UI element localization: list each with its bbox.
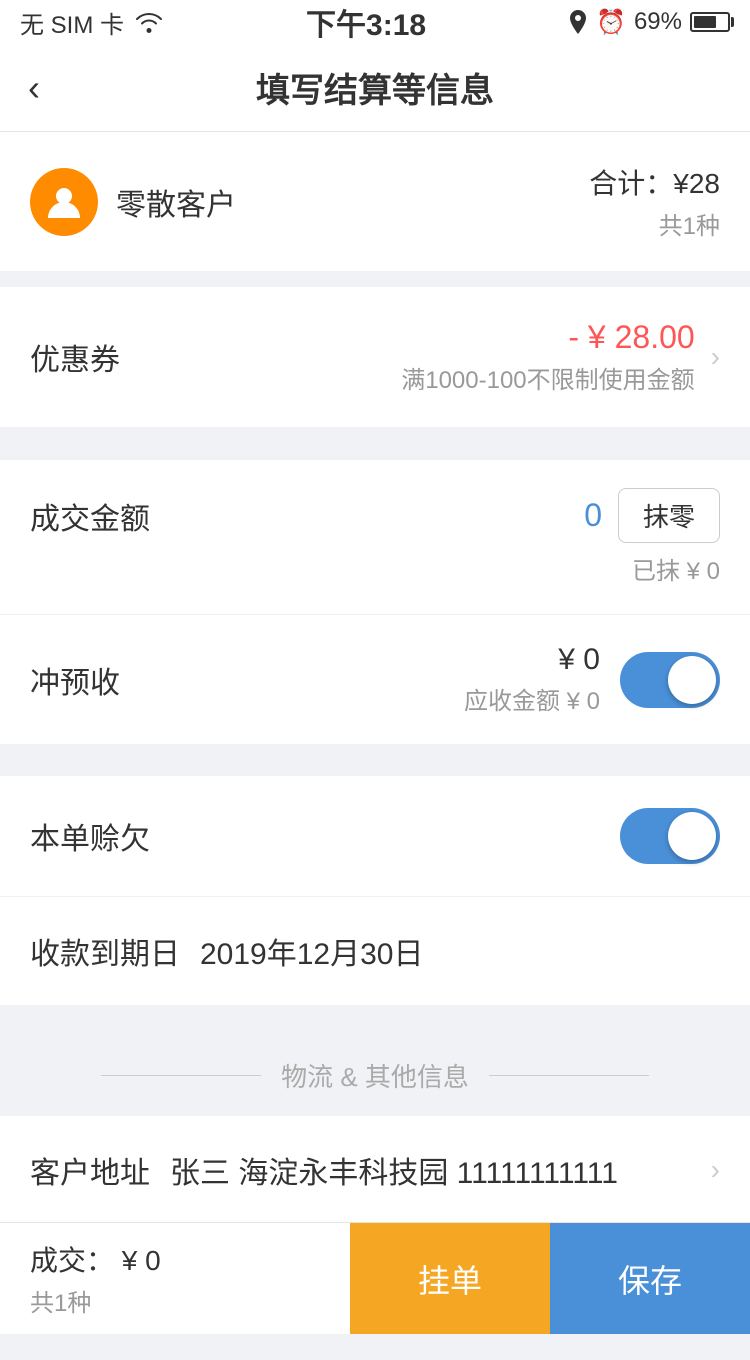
prepay-row: 冲预收 ¥ 0 应收金额 ¥ 0 <box>0 614 750 744</box>
coupon-row[interactable]: 优惠券 - ¥ 28.00 满1000-100不限制使用金额 › <box>0 287 750 427</box>
deal-amount-right: 抹零 <box>482 488 720 543</box>
bottom-deal: 成交： ¥ 0 <box>30 1239 320 1279</box>
bottom-count: 共1种 <box>30 1283 320 1318</box>
prepay-amount: ¥ 0 <box>464 643 600 677</box>
debt-card: 本单赊欠 收款到期日 2019年12月30日 <box>0 776 750 1005</box>
content: 零散客户 合计：¥28 共1种 优惠券 - ¥ 28.00 满1000-100不… <box>0 132 750 1360</box>
deal-amount-top: 成交金额 抹零 <box>30 488 720 543</box>
debt-label: 本单赊欠 <box>30 814 150 858</box>
coupon-card: 优惠券 - ¥ 28.00 满1000-100不限制使用金额 › <box>0 287 750 427</box>
coupon-info: - ¥ 28.00 满1000-100不限制使用金额 <box>401 319 694 395</box>
debt-row: 本单赊欠 <box>0 776 750 896</box>
customer-card: 零散客户 合计：¥28 共1种 <box>0 132 750 271</box>
prepay-sub: 应收金额 ¥ 0 <box>464 681 600 716</box>
location-icon <box>568 9 588 35</box>
address-chevron-icon: › <box>711 1154 720 1186</box>
nav-title: 填写结算等信息 <box>256 63 494 112</box>
save-button[interactable]: 保存 <box>550 1223 750 1334</box>
coupon-label: 优惠券 <box>30 335 120 379</box>
logistics-title: 物流 & 其他信息 <box>281 1057 469 1094</box>
duedate-label: 收款到期日 <box>30 929 180 973</box>
customer-right: 合计：¥28 共1种 <box>589 162 720 241</box>
coupon-desc: 满1000-100不限制使用金额 <box>401 360 694 395</box>
section-divider-2 <box>0 760 750 776</box>
round-down-button[interactable]: 抹零 <box>618 488 720 543</box>
bottom-deal-value: ¥ 0 <box>122 1245 161 1276</box>
duedate-row: 收款到期日 2019年12月30日 <box>0 896 750 1005</box>
status-time: 下午3:18 <box>306 0 426 44</box>
status-bar: 无 SIM 卡 下午3:18 ⏰ 69% <box>0 0 750 44</box>
deal-amount-sub: 已抹 ¥ 0 <box>30 551 720 586</box>
address-value: 张三 海淀永丰科技园 11111111111 <box>170 1148 711 1192</box>
coupon-right: - ¥ 28.00 满1000-100不限制使用金额 › <box>401 319 720 395</box>
customer-row: 零散客户 合计：¥28 共1种 <box>0 132 750 271</box>
wifi-icon <box>134 11 164 33</box>
status-left: 无 SIM 卡 <box>20 5 164 40</box>
toggle-knob <box>668 656 716 704</box>
person-icon <box>44 182 84 222</box>
nav-bar: ‹ 填写结算等信息 <box>0 44 750 132</box>
section-divider-1 <box>0 443 750 459</box>
coupon-amount: - ¥ 28.00 <box>401 319 694 356</box>
customer-name: 零散客户 <box>116 180 236 224</box>
battery-percent: 69% <box>634 8 682 36</box>
bottom-deal-label: 成交： <box>30 1245 114 1276</box>
debt-toggle[interactable] <box>620 808 720 864</box>
prepay-label: 冲预收 <box>30 658 120 702</box>
section-divider-3 <box>0 1021 750 1037</box>
customer-left: 零散客户 <box>30 168 236 236</box>
address-card: 客户地址 张三 海淀永丰科技园 11111111111 › <box>0 1116 750 1224</box>
status-right: ⏰ 69% <box>568 8 730 37</box>
deal-amount-input[interactable] <box>482 497 602 534</box>
duedate-value: 2019年12月30日 <box>200 929 423 973</box>
alarm-icon: ⏰ <box>596 8 626 37</box>
deal-amount-row: 成交金额 抹零 已抹 ¥ 0 <box>0 459 750 614</box>
customer-count: 共1种 <box>589 206 720 241</box>
prepay-right: ¥ 0 应收金额 ¥ 0 <box>464 643 720 716</box>
address-label: 客户地址 <box>30 1148 150 1192</box>
avatar <box>30 168 98 236</box>
back-button[interactable]: ‹ <box>28 67 40 109</box>
prepay-info: ¥ 0 应收金额 ¥ 0 <box>464 643 600 716</box>
pending-button[interactable]: 挂单 <box>350 1223 550 1334</box>
battery-icon <box>690 12 730 32</box>
bottom-bar: 成交： ¥ 0 共1种 挂单 保存 <box>0 1222 750 1334</box>
deal-amount-label: 成交金额 <box>30 494 150 538</box>
debt-toggle-knob <box>668 812 716 860</box>
address-row[interactable]: 客户地址 张三 海淀永丰科技园 11111111111 › <box>0 1116 750 1224</box>
no-sim-text: 无 SIM 卡 <box>20 5 124 40</box>
prepay-toggle[interactable] <box>620 652 720 708</box>
deal-card: 成交金额 抹零 已抹 ¥ 0 冲预收 ¥ 0 应收金额 ¥ 0 <box>0 459 750 744</box>
customer-total: 合计：¥28 <box>589 162 720 202</box>
logistics-header: 物流 & 其他信息 <box>0 1037 750 1114</box>
bottom-info: 成交： ¥ 0 共1种 <box>0 1239 350 1318</box>
chevron-right-icon: › <box>711 341 720 373</box>
